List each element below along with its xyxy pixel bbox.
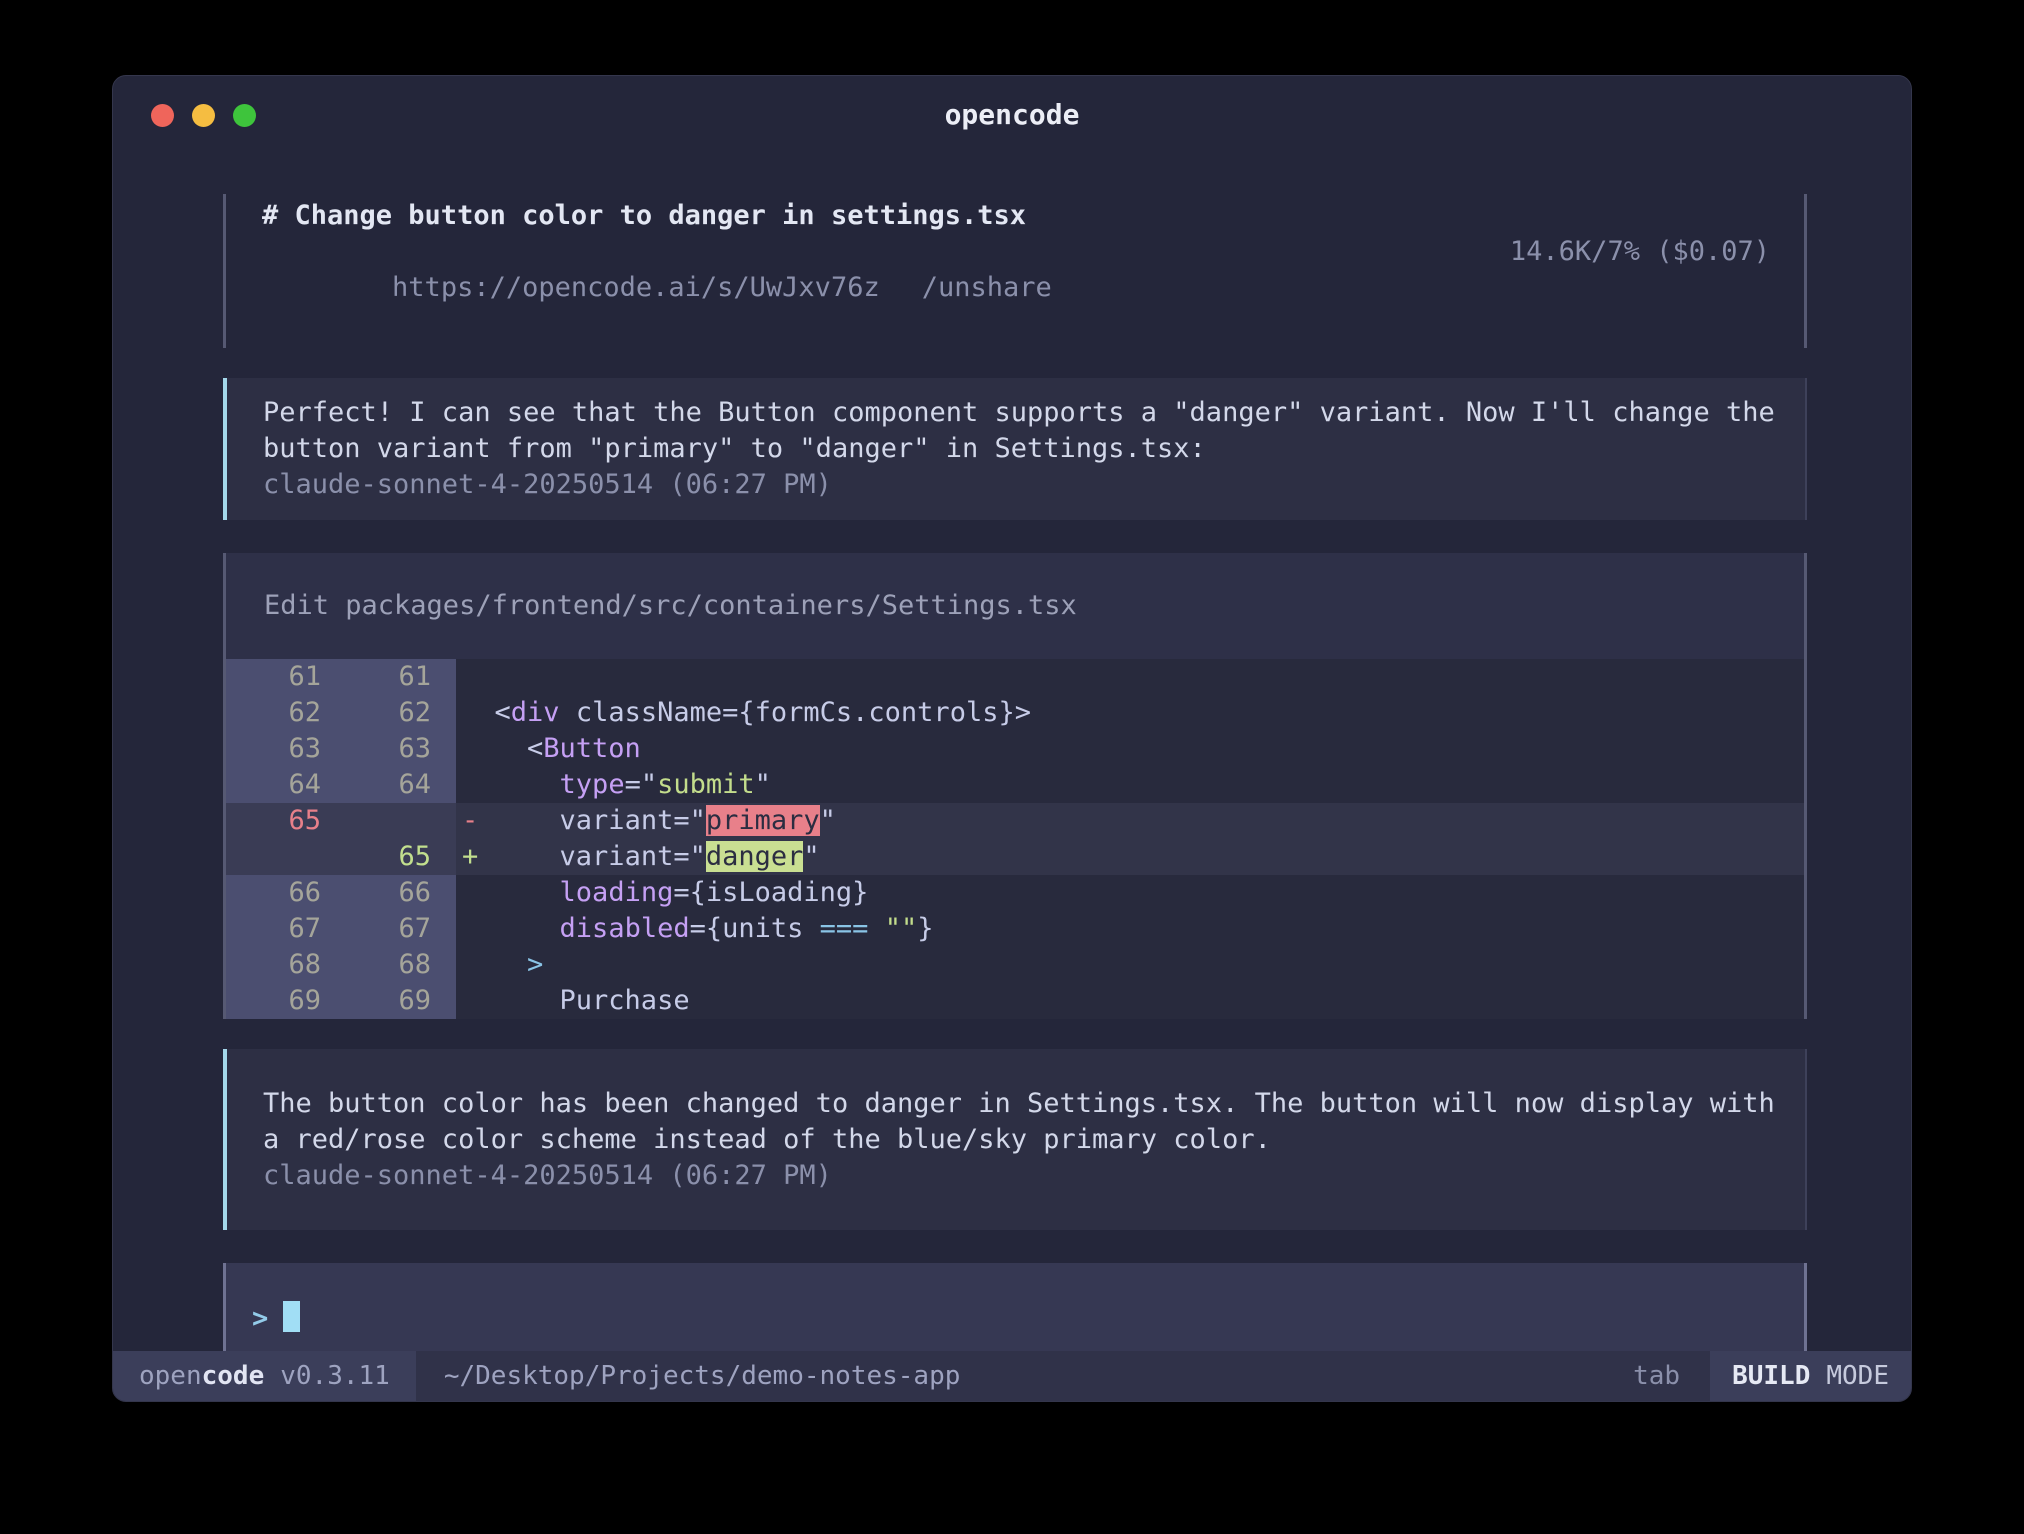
- diff-gutter: 65: [226, 839, 456, 875]
- line-number-old: 68: [226, 947, 321, 983]
- diff-code-line: <Button: [456, 731, 1804, 767]
- diff-code-line: loading={isLoading}: [456, 875, 1804, 911]
- line-number-new: 69: [321, 983, 431, 1019]
- line-number-old: 66: [226, 875, 321, 911]
- line-number-new: 61: [321, 659, 431, 695]
- line-number-old: 65: [226, 803, 321, 839]
- message-text: Perfect! I can see that the Button compo…: [263, 395, 1781, 467]
- diff-row: 6262 <div className={formCs.controls}>: [226, 695, 1804, 731]
- edit-tool-block: Edit packages/frontend/src/containers/Se…: [223, 553, 1807, 1019]
- line-number-new: 65: [321, 839, 431, 875]
- diff-gutter: 6767: [226, 911, 456, 947]
- diff-code-line: >: [456, 947, 1804, 983]
- diff-code-line: + variant="danger": [456, 839, 1804, 875]
- diff-row: 6363 <Button: [226, 731, 1804, 767]
- mode-segment[interactable]: BUILD MODE: [1710, 1351, 1911, 1401]
- diff-code-line: disabled={units === ""}: [456, 911, 1804, 947]
- diff-gutter: 6969: [226, 983, 456, 1019]
- mode-switch-key-hint: tab: [1633, 1361, 1680, 1391]
- diff-gutter: 6161: [226, 659, 456, 695]
- app-version-segment: opencode v0.3.11: [113, 1351, 416, 1401]
- diff-row: 6161: [226, 659, 1804, 695]
- app-name-code: code: [202, 1361, 265, 1391]
- assistant-message: The button color has been changed to dan…: [223, 1049, 1807, 1230]
- diff-row: 6868 >: [226, 947, 1804, 983]
- diff-code-line: <div className={formCs.controls}>: [456, 695, 1804, 731]
- message-meta: claude-sonnet-4-20250514 (06:27 PM): [263, 1158, 1781, 1194]
- assistant-message: Perfect! I can see that the Button compo…: [223, 378, 1807, 520]
- line-number-new: 66: [321, 875, 431, 911]
- mode-primary: BUILD: [1732, 1361, 1810, 1391]
- line-number-new: 68: [321, 947, 431, 983]
- share-url-link[interactable]: https://opencode.ai/s/UwJxv76z: [392, 272, 880, 303]
- line-number-new: 63: [321, 731, 431, 767]
- diff-row: 6969 Purchase: [226, 983, 1804, 1019]
- diff-row: 6666 loading={isLoading}: [226, 875, 1804, 911]
- session-title: # Change button color to danger in setti…: [262, 198, 1770, 234]
- diff-view: 61616262 <div className={formCs.controls…: [226, 659, 1804, 1019]
- diff-row: 65 + variant="danger": [226, 839, 1804, 875]
- unshare-command: /unshare: [922, 272, 1052, 303]
- status-bar: opencode v0.3.11 ~/Desktop/Projects/demo…: [113, 1351, 1911, 1401]
- diff-code-line: Purchase: [456, 983, 1804, 1019]
- line-number-old: 67: [226, 911, 321, 947]
- working-directory: ~/Desktop/Projects/demo-notes-app: [444, 1361, 961, 1391]
- line-number-new: 62: [321, 695, 431, 731]
- diff-gutter: 6363: [226, 731, 456, 767]
- line-number-old: 61: [226, 659, 321, 695]
- message-text: The button color has been changed to dan…: [263, 1086, 1781, 1158]
- text-cursor: [283, 1301, 300, 1332]
- diff-row: 65 - variant="primary": [226, 803, 1804, 839]
- diff-row: 6464 type="submit": [226, 767, 1804, 803]
- diff-gutter: 65: [226, 803, 456, 839]
- opencode-window: opencode # Change button color to danger…: [112, 75, 1912, 1402]
- mode-secondary: MODE: [1826, 1361, 1889, 1391]
- diff-code-line: type="submit": [456, 767, 1804, 803]
- diff-code-line: - variant="primary": [456, 803, 1804, 839]
- title-bar[interactable]: opencode: [113, 76, 1911, 136]
- line-number-old: 69: [226, 983, 321, 1019]
- diff-row: 6767 disabled={units === ""}: [226, 911, 1804, 947]
- diff-gutter: 6666: [226, 875, 456, 911]
- app-version: v0.3.11: [280, 1361, 390, 1391]
- edit-tool-header: Edit packages/frontend/src/containers/Se…: [226, 553, 1804, 659]
- context-stats: 14.6K/7% ($0.07): [1510, 234, 1770, 342]
- diff-code-line: [456, 659, 1804, 695]
- line-number-old: 64: [226, 767, 321, 803]
- diff-gutter: 6868: [226, 947, 456, 983]
- line-number-old: 63: [226, 731, 321, 767]
- diff-gutter: 6464: [226, 767, 456, 803]
- line-number-new: 67: [321, 911, 431, 947]
- app-name-open: open: [139, 1361, 202, 1391]
- share-url-row: https://opencode.ai/s/UwJxv76z/unshare: [262, 234, 1052, 342]
- session-header: # Change button color to danger in setti…: [223, 194, 1807, 348]
- line-number-old: [226, 839, 321, 875]
- line-number-new: 64: [321, 767, 431, 803]
- line-number-old: 62: [226, 695, 321, 731]
- prompt-symbol: >: [252, 1303, 268, 1334]
- message-meta: claude-sonnet-4-20250514 (06:27 PM): [263, 467, 1781, 503]
- line-number-new: [321, 803, 431, 839]
- window-title: opencode: [113, 98, 1911, 131]
- diff-gutter: 6262: [226, 695, 456, 731]
